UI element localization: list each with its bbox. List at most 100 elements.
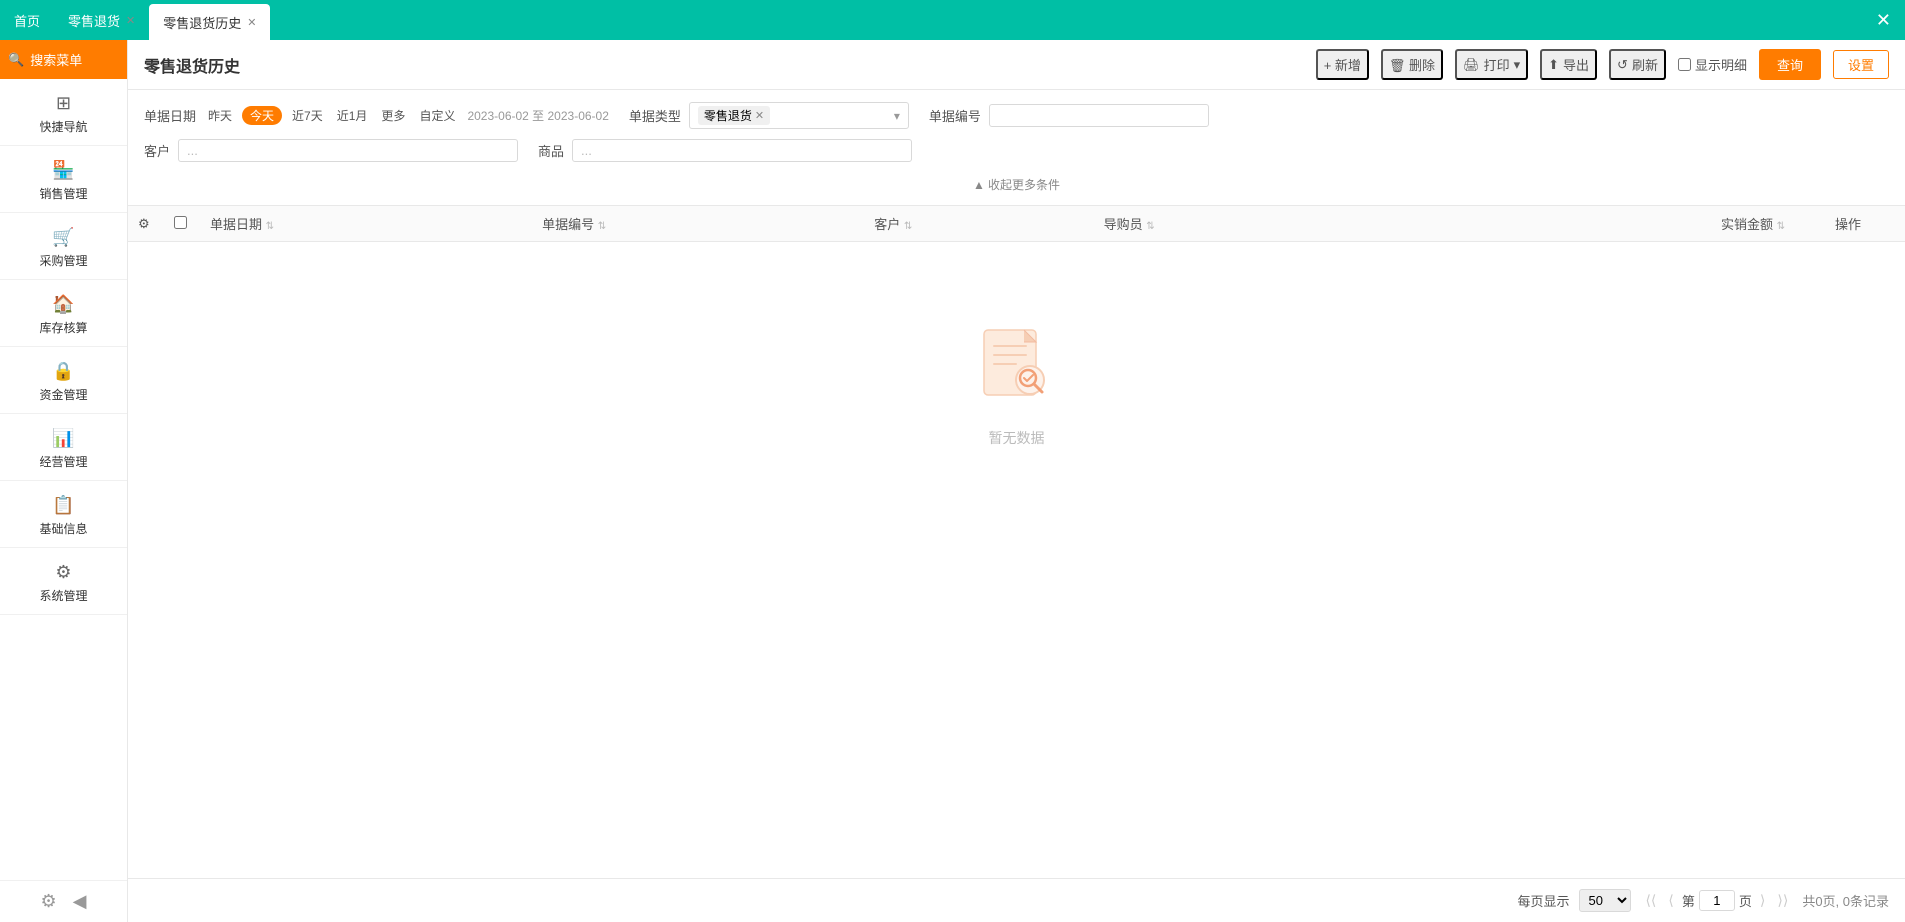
sidebar-item-inventory[interactable]: 🏠 库存核算 (0, 280, 127, 347)
goods-input[interactable]: ... (572, 139, 912, 162)
voucher-number-input[interactable] (989, 104, 1209, 127)
show-detail-checkbox[interactable] (1678, 58, 1691, 71)
th-guide-label: 导购员 (1104, 217, 1143, 232)
sidebar-settings-icon[interactable]: ⚙ (41, 891, 57, 912)
date-opt-1month[interactable]: 近1月 (333, 106, 372, 125)
th-customer[interactable]: 客户 ⇅ (864, 206, 1093, 242)
window-close-btn[interactable]: ✕ (1862, 10, 1905, 31)
page-size-select[interactable]: 10 20 50 100 (1579, 889, 1631, 912)
sort-guide-icon: ⇅ (1146, 221, 1154, 232)
page-title: 零售退货历史 (144, 53, 240, 77)
page-size-label: 每页显示 (1517, 891, 1569, 910)
main-layout: 🔍 搜索菜单 ⊞ 快捷导航 🏪 销售管理 🛒 采购管理 🏠 库存核算 🔒 资金管… (0, 40, 1905, 922)
th-settings[interactable]: ⚙ (128, 206, 164, 242)
th-guide[interactable]: 导购员 ⇅ (1094, 206, 1375, 242)
filter-row-2: 客户 ... 商品 ... (144, 139, 1889, 162)
select-all-checkbox[interactable] (174, 216, 187, 229)
delete-button[interactable]: 🗑 删除 (1381, 49, 1443, 80)
voucher-type-tag-text: 零售退货 (704, 107, 752, 124)
page-header: 零售退货历史 + 新增 🗑 删除 🖨 打印 ▾ ⬆ 导出 ↺ 刷新 (128, 40, 1905, 90)
voucher-type-chevron-icon: ▾ (894, 109, 900, 123)
export-button[interactable]: ⬆ 导出 (1540, 49, 1597, 80)
query-button[interactable]: 查询 (1759, 49, 1821, 80)
collapse-button[interactable]: ▲ 收起更多条件 (973, 176, 1060, 193)
th-number[interactable]: 单据编号 ⇅ (532, 206, 864, 242)
th-actions: 操作 (1825, 206, 1905, 242)
sidebar-item-sys-mgmt[interactable]: ⚙ 系统管理 (0, 548, 127, 615)
sidebar-item-finance[interactable]: 🔒 资金管理 (0, 347, 127, 414)
show-detail-checkbox-label[interactable]: 显示明细 (1678, 55, 1747, 74)
print-icon: 🖨 (1463, 57, 1480, 73)
date-filter-label: 单据日期 (144, 106, 196, 125)
customer-placeholder: ... (187, 143, 198, 158)
date-opt-more[interactable]: 更多 (377, 106, 409, 125)
voucher-type-group: 单据类型 零售退货 ✕ ▾ (629, 102, 909, 129)
sidebar-item-base-info[interactable]: 📋 基础信息 (0, 481, 127, 548)
sort-number-icon: ⇅ (598, 221, 606, 232)
page-prev-btn[interactable]: ⟨ (1664, 890, 1677, 911)
search-icon: 🔍 (8, 52, 24, 68)
sidebar-item-operations[interactable]: 📊 经营管理 (0, 414, 127, 481)
empty-state: 暂无数据 (128, 242, 1905, 528)
collapse-row: ▲ 收起更多条件 (144, 172, 1889, 201)
new-button[interactable]: + 新增 (1316, 49, 1369, 80)
tab-retail-return-history[interactable]: 零售退货历史 ✕ (149, 4, 270, 40)
base-info-icon: 📋 (52, 495, 74, 516)
goods-filter-group: 商品 ... (538, 139, 912, 162)
refresh-icon: ↺ (1617, 57, 1628, 73)
header-actions: + 新增 🗑 删除 🖨 打印 ▾ ⬆ 导出 ↺ 刷新 显示明细 (1316, 49, 1889, 80)
sidebar-item-quick-nav[interactable]: ⊞ 快捷导航 (0, 79, 127, 146)
sidebar-search-label: 搜索菜单 (30, 50, 82, 69)
settings-gear-icon[interactable]: ⚙ (138, 216, 150, 231)
tab-home[interactable]: 首页 (0, 0, 54, 40)
th-check[interactable] (164, 206, 200, 242)
sidebar-item-finance-label: 资金管理 (39, 386, 87, 403)
page-first-btn[interactable]: ⟨⟨ (1641, 890, 1660, 911)
page-next-btn[interactable]: ⟩ (1756, 890, 1769, 911)
refresh-label: 刷新 (1632, 55, 1658, 74)
voucher-type-tag: 零售退货 ✕ (698, 106, 770, 125)
date-opt-7days[interactable]: 近7天 (288, 106, 327, 125)
content-area: 零售退货历史 + 新增 🗑 删除 🖨 打印 ▾ ⬆ 导出 ↺ 刷新 (128, 40, 1905, 922)
tab-retail-return-history-label: 零售退货历史 (163, 13, 241, 32)
empty-state-text: 暂无数据 (989, 428, 1045, 448)
sidebar-item-sales-mgmt[interactable]: 🏪 销售管理 (0, 146, 127, 213)
page-number-input[interactable]: 1 (1699, 890, 1735, 911)
page-total: 共0页, 0条记录 (1802, 891, 1889, 910)
empty-state-cell: 暂无数据 (128, 242, 1905, 529)
date-opt-custom[interactable]: 自定义 (415, 106, 459, 125)
voucher-type-select[interactable]: 零售退货 ✕ ▾ (689, 102, 909, 129)
date-opt-today[interactable]: 今天 (242, 106, 282, 125)
sidebar-item-purchase-label: 采购管理 (39, 252, 87, 269)
settings-button[interactable]: 设置 (1833, 50, 1889, 79)
sort-date-icon: ⇅ (266, 221, 274, 232)
refresh-button[interactable]: ↺ 刷新 (1609, 49, 1666, 80)
customer-input[interactable]: ... (178, 139, 518, 162)
voucher-number-group: 单据编号 (929, 104, 1209, 127)
date-opt-yesterday[interactable]: 昨天 (204, 106, 236, 125)
tab-home-label: 首页 (14, 11, 40, 30)
print-button[interactable]: 🖨 打印 ▾ (1455, 49, 1528, 80)
sort-customer-icon: ⇅ (904, 221, 912, 232)
tab-retail-return[interactable]: 零售退货 ✕ (54, 0, 149, 40)
th-amount[interactable]: 实销金额 ⇅ (1374, 206, 1825, 242)
tab-retail-return-label: 零售退货 (68, 11, 120, 30)
export-label: 导出 (1563, 55, 1589, 74)
voucher-type-tag-close[interactable]: ✕ (755, 109, 764, 122)
goods-filter-label: 商品 (538, 141, 564, 160)
page-last-btn[interactable]: ⟩⟩ (1773, 890, 1792, 911)
sidebar-item-quick-nav-label: 快捷导航 (39, 118, 87, 135)
finance-icon: 🔒 (52, 361, 74, 382)
tab-retail-return-close[interactable]: ✕ (126, 14, 135, 27)
sidebar-item-purchase-mgmt[interactable]: 🛒 采购管理 (0, 213, 127, 280)
sidebar-collapse-icon[interactable]: ◀ (73, 891, 87, 912)
date-options: 昨天 今天 近7天 近1月 更多 自定义 (204, 106, 459, 125)
sidebar: 🔍 搜索菜单 ⊞ 快捷导航 🏪 销售管理 🛒 采购管理 🏠 库存核算 🔒 资金管… (0, 40, 128, 922)
th-date[interactable]: 单据日期 ⇅ (200, 206, 532, 242)
page-word2: 页 (1739, 891, 1752, 910)
data-table: ⚙ 单据日期 ⇅ 单据编号 ⇅ (128, 206, 1905, 528)
sidebar-search[interactable]: 🔍 搜索菜单 (0, 40, 127, 79)
th-amount-label: 实销金额 (1721, 217, 1773, 232)
tab-retail-return-history-close[interactable]: ✕ (247, 16, 256, 29)
voucher-number-label: 单据编号 (929, 106, 981, 125)
